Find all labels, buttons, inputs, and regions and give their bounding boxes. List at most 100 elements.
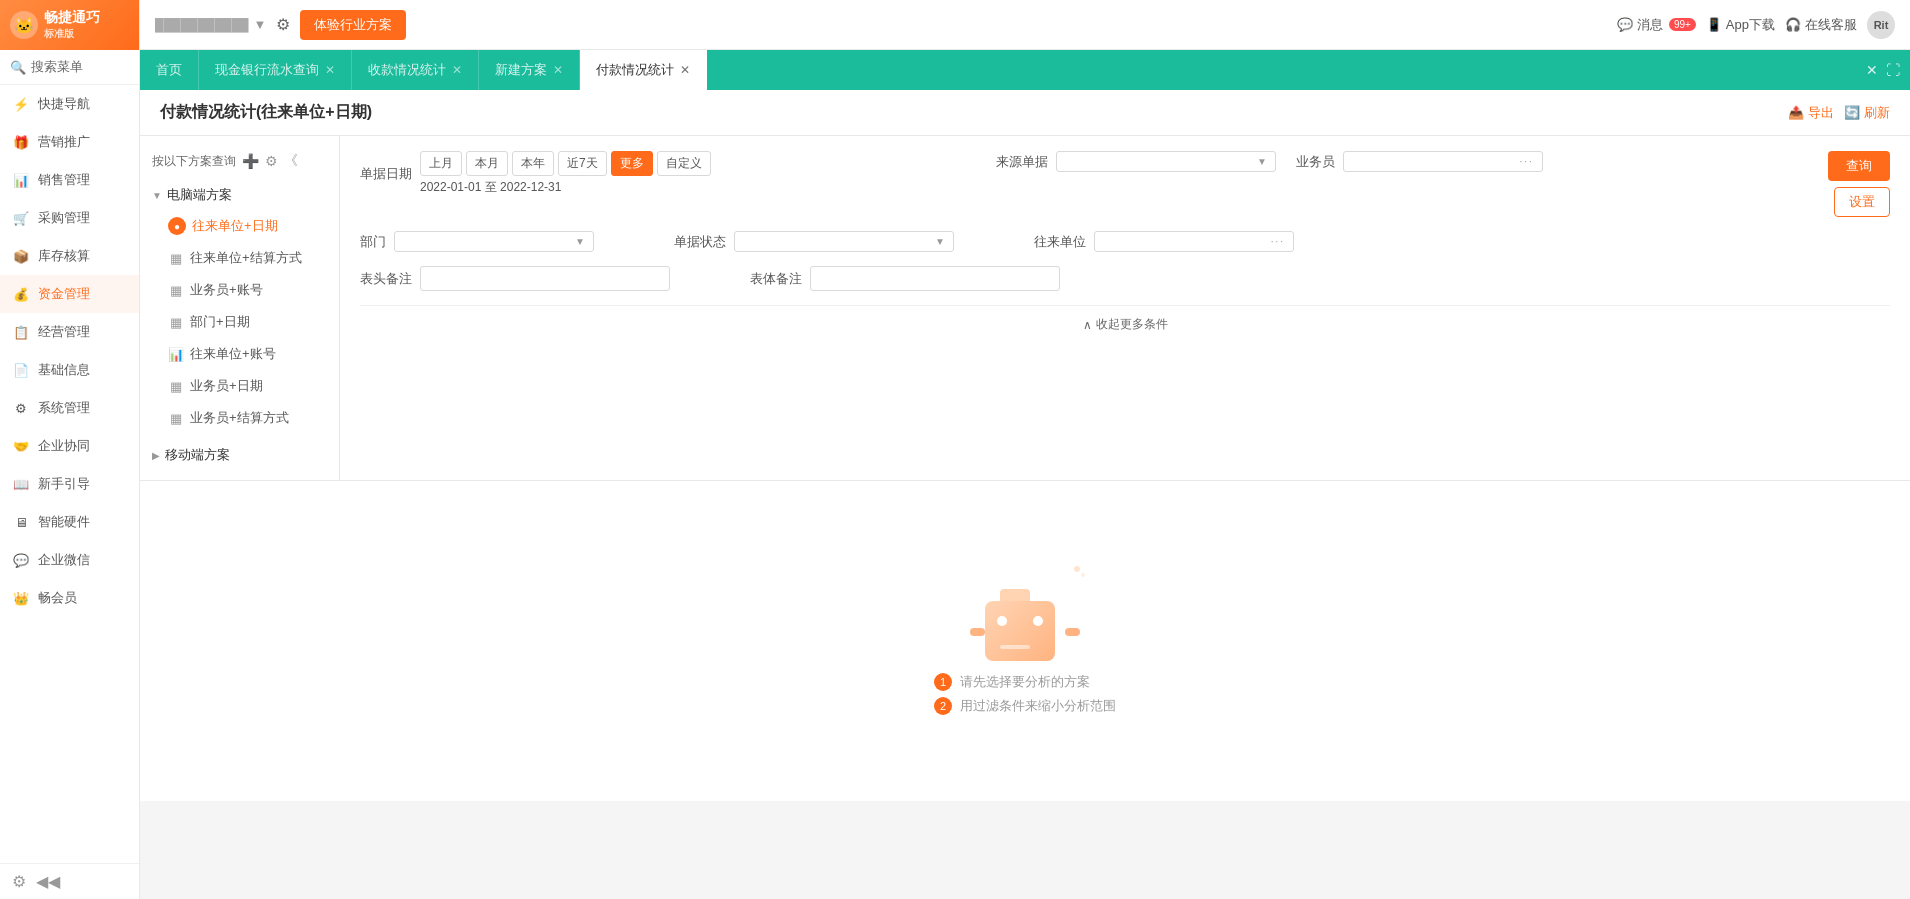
scheme-item-salesperson-settlement[interactable]: ▦ 业务员+结算方式 xyxy=(140,402,339,434)
filter-row-1: 单据日期 上月 本月 本年 近7天 更多 自定义 2022-01-01 至 20… xyxy=(360,151,1890,217)
source-bill-label: 来源单据 xyxy=(996,153,1048,171)
collapse-scheme-panel-button[interactable]: 《 xyxy=(284,152,298,170)
sidebar-item-member[interactable]: 👑 畅会员 xyxy=(0,579,139,617)
export-button[interactable]: 📤 导出 xyxy=(1788,104,1834,122)
tab-new-plan[interactable]: 新建方案 ✕ xyxy=(479,50,580,90)
bill-status-label: 单据状态 xyxy=(674,233,726,251)
scheme-category-desktop[interactable]: ▼ 电脑端方案 xyxy=(140,180,339,210)
sidebar-item-marketing[interactable]: 🎁 营销推广 xyxy=(0,123,139,161)
scheme-item-dept-date[interactable]: ▦ 部门+日期 xyxy=(140,306,339,338)
breadcrumb-dropdown[interactable]: ▼ xyxy=(254,17,267,32)
tab-bank[interactable]: 现金银行流水查询 ✕ xyxy=(199,50,352,90)
tab-home[interactable]: 首页 xyxy=(140,50,199,90)
sidebar-item-label: 企业微信 xyxy=(38,551,90,569)
close-all-tabs-icon[interactable]: ✕ xyxy=(1866,62,1878,78)
sidebar-item-label: 销售管理 xyxy=(38,171,90,189)
footer-collapse-icon[interactable]: ◀◀ xyxy=(36,872,60,891)
add-scheme-button[interactable]: ➕ xyxy=(242,153,259,169)
sidebar-item-sales[interactable]: 📊 销售管理 xyxy=(0,161,139,199)
app-version: 标准版 xyxy=(44,27,100,41)
bill-status-select[interactable]: ▼ xyxy=(734,231,954,252)
empty-illustration xyxy=(965,561,1085,661)
member-icon: 👑 xyxy=(12,589,30,607)
body-note-input[interactable] xyxy=(810,266,1060,291)
fullscreen-icon[interactable]: ⛶ xyxy=(1886,62,1900,78)
tab-bank-close[interactable]: ✕ xyxy=(325,63,335,77)
filter-settings-button[interactable]: 设置 xyxy=(1834,187,1890,217)
sidebar-item-operation[interactable]: 📋 经营管理 xyxy=(0,313,139,351)
sidebar-item-hardware[interactable]: 🖥 智能硬件 xyxy=(0,503,139,541)
source-bill-select[interactable]: ▼ xyxy=(1056,151,1276,172)
scheme-item-salesperson-date[interactable]: ▦ 业务员+日期 xyxy=(140,370,339,402)
tab-payments[interactable]: 付款情况统计 ✕ xyxy=(580,50,707,90)
filter-actions: 查询 设置 xyxy=(1828,151,1890,217)
query-button[interactable]: 查询 xyxy=(1828,151,1890,181)
scheme-item-partner-account[interactable]: 📊 往来单位+账号 xyxy=(140,338,339,370)
date-btn-this-year[interactable]: 本年 xyxy=(512,151,554,176)
refresh-button[interactable]: 🔄 刷新 xyxy=(1844,104,1890,122)
sidebar-item-wechat[interactable]: 💬 企业微信 xyxy=(0,541,139,579)
date-btn-custom[interactable]: 自定义 xyxy=(657,151,711,176)
scheme-category-mobile[interactable]: ▶ 移动端方案 xyxy=(140,440,339,470)
sidebar-item-enterprise[interactable]: 🤝 企业协同 xyxy=(0,427,139,465)
sidebar-item-system[interactable]: ⚙ 系统管理 xyxy=(0,389,139,427)
bill-date-label: 单据日期 xyxy=(360,165,412,183)
tab-receipts[interactable]: 收款情况统计 ✕ xyxy=(352,50,479,90)
empty-state: 1 请先选择要分析的方案 2 用过滤条件来缩小分析范围 xyxy=(140,481,1910,801)
sidebar-item-purchase[interactable]: 🛒 采购管理 xyxy=(0,199,139,237)
salesperson-select[interactable]: ··· xyxy=(1343,151,1543,172)
filter-source-bill: 来源单据 ▼ xyxy=(996,151,1276,172)
scheme-item-partner-settlement[interactable]: ▦ 往来单位+结算方式 xyxy=(140,242,339,274)
scheme-item-label: 往来单位+账号 xyxy=(190,345,276,363)
scheme-item-label: 业务员+结算方式 xyxy=(190,409,289,427)
scheme-settings-button[interactable]: ⚙ xyxy=(265,153,278,169)
scheme-item-label: 往来单位+日期 xyxy=(192,217,278,235)
filter-partner: 往来单位 ··· xyxy=(1034,231,1294,252)
scheme-item-salesperson-account[interactable]: ▦ 业务员+账号 xyxy=(140,274,339,306)
sidebar-item-inventory[interactable]: 📦 库存核算 xyxy=(0,237,139,275)
date-btn-this-month[interactable]: 本月 xyxy=(466,151,508,176)
trial-industry-button[interactable]: 体验行业方案 xyxy=(300,10,406,40)
online-service-button[interactable]: 🎧 在线客服 xyxy=(1785,16,1857,34)
table-icon-1: ▦ xyxy=(168,250,184,266)
sidebar-item-quick-nav[interactable]: ⚡ 快捷导航 xyxy=(0,85,139,123)
enterprise-icon: 🤝 xyxy=(12,437,30,455)
search-menu[interactable]: 🔍 搜索菜单 xyxy=(0,50,139,85)
tabbar-end-actions: ✕ ⛶ xyxy=(1856,50,1910,90)
date-btn-last-7-days[interactable]: 近7天 xyxy=(558,151,607,176)
department-select[interactable]: ▼ xyxy=(394,231,594,252)
date-btn-last-month[interactable]: 上月 xyxy=(420,151,462,176)
scheme-item-label: 业务员+账号 xyxy=(190,281,263,299)
tab-payments-close[interactable]: ✕ xyxy=(680,63,690,77)
scheme-item-partner-date[interactable]: ● 往来单位+日期 xyxy=(140,210,339,242)
footer-settings-icon[interactable]: ⚙ xyxy=(12,872,26,891)
table-icon-5: ▦ xyxy=(168,410,184,426)
tab-payments-label: 付款情况统计 xyxy=(596,61,674,79)
messages-button[interactable]: 💬 消息 99+ xyxy=(1617,16,1696,34)
tab-receipts-label: 收款情况统计 xyxy=(368,61,446,79)
service-icon: 🎧 xyxy=(1785,17,1801,32)
active-indicator: ● xyxy=(168,217,186,235)
sidebar-item-guide[interactable]: 📖 新手引导 xyxy=(0,465,139,503)
app-download-button[interactable]: 📱 App下载 xyxy=(1706,16,1775,34)
partner-select[interactable]: ··· xyxy=(1094,231,1294,252)
header-note-input[interactable] xyxy=(420,266,670,291)
messages-badge: 99+ xyxy=(1669,18,1696,31)
breadcrumb: ███████████ ▼ xyxy=(155,17,266,32)
collapse-filters-button[interactable]: ∧ 收起更多条件 xyxy=(360,305,1890,343)
date-btn-more[interactable]: 更多 xyxy=(611,151,653,176)
marketing-icon: 🎁 xyxy=(12,133,30,151)
tab-receipts-close[interactable]: ✕ xyxy=(452,63,462,77)
page-header: 付款情况统计(往来单位+日期) 📤 导出 🔄 刷新 xyxy=(140,90,1910,136)
user-avatar[interactable]: Rit xyxy=(1867,11,1895,39)
tab-new-plan-close[interactable]: ✕ xyxy=(553,63,563,77)
filter-department: 部门 ▼ xyxy=(360,231,594,252)
refresh-icon: 🔄 xyxy=(1844,105,1860,120)
table-icon-4: ▦ xyxy=(168,378,184,394)
source-bill-arrow: ▼ xyxy=(1257,156,1267,167)
online-service-label: 在线客服 xyxy=(1805,16,1857,34)
sidebar-item-fund[interactable]: 💰 资金管理 xyxy=(0,275,139,313)
topbar-settings-icon[interactable]: ⚙ xyxy=(276,15,290,34)
sidebar-item-basic[interactable]: 📄 基础信息 xyxy=(0,351,139,389)
sidebar-item-label: 基础信息 xyxy=(38,361,90,379)
